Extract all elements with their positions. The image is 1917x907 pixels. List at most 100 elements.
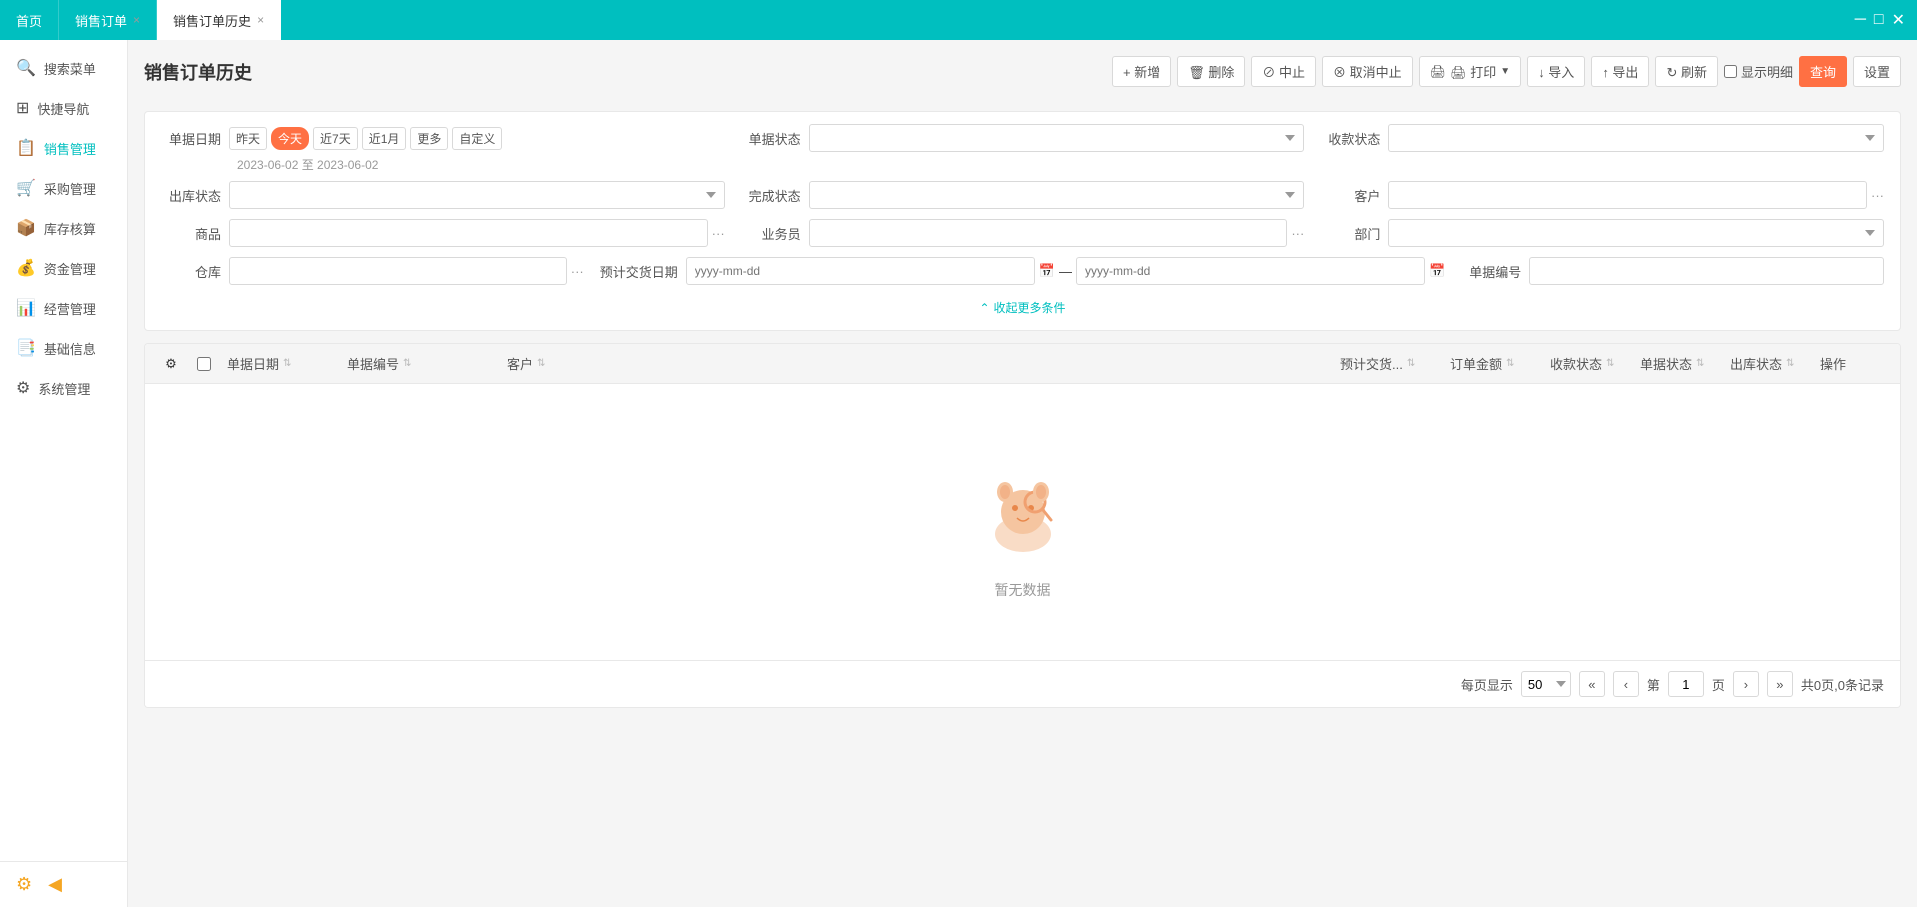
complete-status-select[interactable] xyxy=(809,181,1305,209)
out-stock-status-select[interactable] xyxy=(229,181,725,209)
tab-sales-order[interactable]: 销售订单 × xyxy=(59,0,157,40)
date-btn-yesterday[interactable]: 昨天 xyxy=(229,127,267,150)
sidebar-item-system[interactable]: ⚙ 系统管理 xyxy=(0,368,127,408)
sidebar-item-finance[interactable]: 💰 资金管理 xyxy=(0,248,127,288)
date-btn-more[interactable]: 更多 xyxy=(410,127,448,150)
filter-panel: 单据日期 昨天 今天 近7天 近1月 更多 自定义 单据状态 xyxy=(144,111,1901,331)
sidebar-item-search[interactable]: 🔍 搜索菜单 xyxy=(0,48,127,88)
sort-sno-icon: ⇅ xyxy=(403,358,411,369)
th-amount[interactable]: 订单金额 ⇅ xyxy=(1442,354,1542,373)
first-page-button[interactable]: « xyxy=(1579,671,1605,697)
delivery-date-from[interactable] xyxy=(686,257,1035,285)
th-date-label: 单据日期 xyxy=(227,354,279,373)
quick-nav-icon: ⊞ xyxy=(16,98,29,118)
pagination-bar: 每页显示 50 10 20 100 « ‹ 第 页 › » 共0页,0条记录 xyxy=(145,660,1900,707)
sidebar-item-operations[interactable]: 📊 经营管理 xyxy=(0,288,127,328)
date-range-label: 单据日期 xyxy=(161,129,221,148)
date-btn-today[interactable]: 今天 xyxy=(271,127,309,150)
th-select-all[interactable] xyxy=(189,357,219,371)
th-customer[interactable]: 客户 ⇅ xyxy=(499,354,1332,373)
th-receipt-status-label: 收款状态 xyxy=(1550,354,1602,373)
salesperson-input[interactable] xyxy=(809,219,1288,247)
th-sno[interactable]: 单据编号 ⇅ xyxy=(339,354,499,373)
warehouse-picker-icon[interactable]: ··· xyxy=(571,264,584,279)
th-out-stock-status[interactable]: 出库状态 ⇅ xyxy=(1722,354,1812,373)
th-amount-label: 订单金额 xyxy=(1450,354,1502,373)
th-order-status[interactable]: 单据状态 ⇅ xyxy=(1632,354,1722,373)
sidebar-item-base[interactable]: 📑 基础信息 xyxy=(0,328,127,368)
new-button[interactable]: + 新增 xyxy=(1112,56,1171,87)
salesperson-picker-icon[interactable]: ··· xyxy=(1291,226,1304,241)
date-btn-1month[interactable]: 近1月 xyxy=(362,127,407,150)
delivery-date-control: 📅 — 📅 xyxy=(686,257,1445,285)
minimize-icon[interactable]: ─ xyxy=(1855,11,1866,29)
th-date[interactable]: 单据日期 ⇅ xyxy=(219,354,339,373)
tab-sales-order-history-close[interactable]: × xyxy=(257,13,264,27)
collapse-sidebar-icon[interactable]: ◀ xyxy=(48,874,62,895)
product-picker-icon[interactable]: ··· xyxy=(712,226,725,241)
sidebar-item-inventory[interactable]: 📦 库存核算 xyxy=(0,208,127,248)
receipt-status-select[interactable] xyxy=(1388,124,1884,152)
last-page-button[interactable]: » xyxy=(1767,671,1793,697)
tab-sales-order-close[interactable]: × xyxy=(133,13,140,27)
query-button[interactable]: 查询 xyxy=(1799,56,1847,87)
tab-home[interactable]: 首页 xyxy=(0,0,59,40)
page-label-prefix: 第 xyxy=(1647,675,1660,694)
date-btn-custom[interactable]: 自定义 xyxy=(452,127,502,150)
calendar-from-icon[interactable]: 📅 xyxy=(1039,263,1055,279)
customer-input[interactable] xyxy=(1388,181,1867,209)
sidebar-item-sales[interactable]: 📋 销售管理 xyxy=(0,128,127,168)
customer-picker-icon[interactable]: ··· xyxy=(1871,188,1884,203)
product-input[interactable] xyxy=(229,219,708,247)
display-cols-toggle[interactable]: 显示明细 xyxy=(1724,62,1793,81)
import-button[interactable]: ↓ 导入 xyxy=(1527,56,1585,87)
sidebar-item-purchase[interactable]: 🛒 采购管理 xyxy=(0,168,127,208)
window-controls: ─ □ ✕ xyxy=(1855,10,1917,30)
date-btn-7days[interactable]: 近7天 xyxy=(313,127,358,150)
warehouse-input[interactable] xyxy=(229,257,567,285)
th-settings[interactable]: ⚙ xyxy=(153,356,189,372)
th-actions-label: 操作 xyxy=(1820,354,1846,373)
order-status-select[interactable] xyxy=(809,124,1305,152)
sidebar-item-system-label: 系统管理 xyxy=(38,379,90,398)
sort-status-icon: ⇅ xyxy=(1696,358,1704,369)
stop-button[interactable]: ⊘ 中止 xyxy=(1251,56,1316,87)
select-all-checkbox[interactable] xyxy=(197,357,211,371)
current-page-input[interactable] xyxy=(1668,671,1704,697)
delivery-date-to[interactable] xyxy=(1076,257,1425,285)
page-size-select[interactable]: 50 10 20 100 xyxy=(1521,671,1571,697)
out-stock-status-control xyxy=(229,181,725,209)
export-button[interactable]: ↑ 导出 xyxy=(1591,56,1649,87)
calendar-to-icon[interactable]: 📅 xyxy=(1429,263,1445,279)
close-window-icon[interactable]: ✕ xyxy=(1892,10,1905,30)
date-range-control: 昨天 今天 近7天 近1月 更多 自定义 xyxy=(229,127,725,150)
sort-delivery-icon: ⇅ xyxy=(1407,358,1415,369)
settings-bottom-icon[interactable]: ⚙ xyxy=(16,874,32,895)
column-settings-icon[interactable]: ⚙ xyxy=(165,356,177,372)
th-delivery[interactable]: 预计交货... ⇅ xyxy=(1332,354,1442,373)
page-title: 销售订单历史 xyxy=(144,59,252,85)
prev-page-button[interactable]: ‹ xyxy=(1613,671,1639,697)
warehouse-label: 仓库 xyxy=(161,262,221,281)
delete-button[interactable]: 🗑 删除 xyxy=(1177,56,1245,87)
sidebar-item-quick-nav[interactable]: ⊞ 快捷导航 xyxy=(0,88,127,128)
tab-sales-order-history[interactable]: 销售订单历史 × xyxy=(157,0,281,40)
order-no-input[interactable] xyxy=(1529,257,1884,285)
th-receipt-status[interactable]: 收款状态 ⇅ xyxy=(1542,354,1632,373)
dept-select[interactable] xyxy=(1388,219,1884,247)
refresh-button[interactable]: ↻ 刷新 xyxy=(1655,56,1718,87)
product-label: 商品 xyxy=(161,224,221,243)
filter-customer: 客户 ··· xyxy=(1320,181,1884,209)
main-layout: 🔍 搜索菜单 ⊞ 快捷导航 📋 销售管理 🛒 采购管理 📦 库存核算 💰 资金管… xyxy=(0,40,1917,907)
print-button[interactable]: 🖨 🖨 打印 ▼ xyxy=(1419,56,1522,87)
display-cols-checkbox[interactable] xyxy=(1724,65,1737,78)
inventory-icon: 📦 xyxy=(16,218,36,238)
cancel-stop-button[interactable]: ⊗ 取消中止 xyxy=(1322,56,1413,87)
receipt-status-control xyxy=(1388,124,1884,152)
next-page-button[interactable]: › xyxy=(1733,671,1759,697)
settings-button[interactable]: 设置 xyxy=(1853,56,1901,87)
collapse-bar[interactable]: ⌃ 收起更多条件 xyxy=(161,295,1884,318)
print-icon: 🖨 xyxy=(1430,64,1447,80)
maximize-icon[interactable]: □ xyxy=(1874,11,1884,29)
data-table: ⚙ 单据日期 ⇅ 单据编号 ⇅ 客户 ⇅ 预计交货... xyxy=(144,343,1901,708)
